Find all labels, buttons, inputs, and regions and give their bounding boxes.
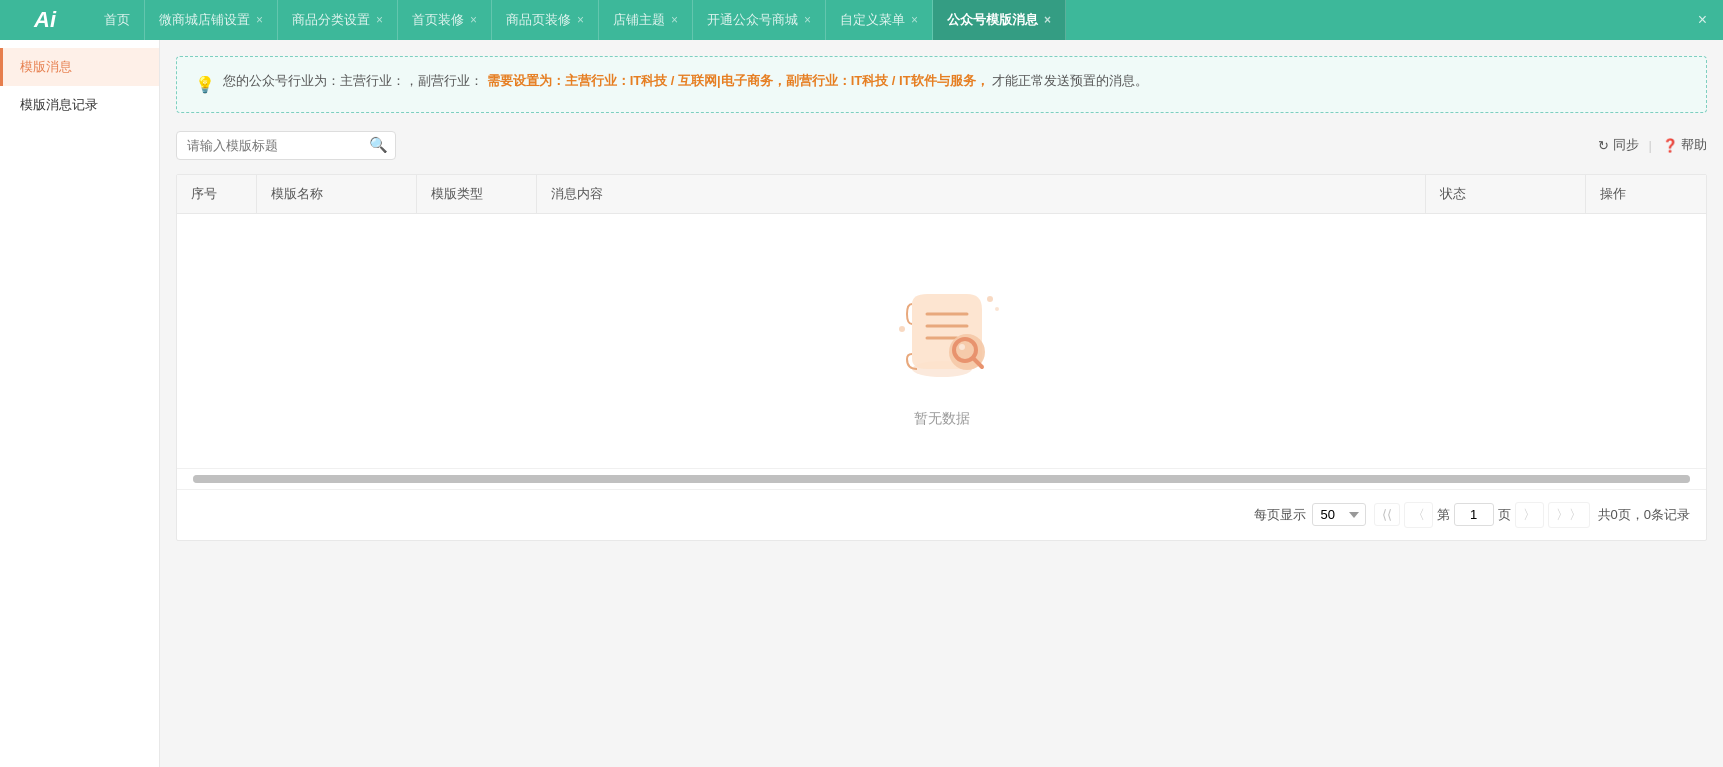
col-header-type: 模版类型 [417,175,537,213]
app-logo: Ai [0,0,90,40]
search-input-wrap: 🔍 [176,131,396,160]
search-left: 🔍 [176,131,396,160]
scrollbar-track [193,475,1690,483]
col-header-action: 操作 [1586,175,1706,213]
col-header-name: 模版名称 [257,175,417,213]
nav-tab-4[interactable]: 商品页装修× [492,0,599,40]
last-page-button[interactable]: 〉〉 [1548,502,1590,528]
page-controls: ⟨⟨ 〈 第 页 〉 〉〉 [1374,502,1590,528]
global-close-button[interactable]: × [1682,11,1723,29]
sync-label: 同步 [1613,136,1639,154]
help-icon: ❓ [1662,138,1678,153]
help-button[interactable]: ❓ 帮助 [1662,136,1707,154]
main-layout: 模版消息模版消息记录 💡 您的公众号行业为：主营行业：，副营行业： 需要设置为：… [0,40,1723,767]
divider: | [1649,138,1652,153]
nav-tab-5[interactable]: 店铺主题× [599,0,693,40]
col-header-status: 状态 [1426,175,1586,213]
svg-point-8 [987,296,993,302]
horizontal-scrollbar[interactable] [177,468,1706,489]
nav-tabs-container: 首页微商城店铺设置×商品分类设置×首页装修×商品页装修×店铺主题×开通公众号商城… [90,0,1682,40]
sidebar-item-0[interactable]: 模版消息 [0,48,159,86]
nav-tab-8[interactable]: 公众号模版消息× [933,0,1066,40]
nav-tab-3[interactable]: 首页装修× [398,0,492,40]
per-page-select[interactable]: 102050100 [1312,503,1366,526]
search-input[interactable] [176,131,396,160]
page-number-input[interactable] [1454,503,1494,526]
tab-close-1[interactable]: × [256,13,263,27]
tab-close-3[interactable]: × [470,13,477,27]
svg-point-9 [995,307,999,311]
search-button[interactable]: 🔍 [369,136,388,154]
nav-tab-1[interactable]: 微商城店铺设置× [145,0,278,40]
scrollbar-thumb [193,475,1690,483]
total-label: 共0页，0条记录 [1598,506,1690,524]
page-suffix-label: 页 [1498,506,1511,524]
notice-icon: 💡 [195,72,215,98]
search-bar: 🔍 ↻ 同步 | ❓ 帮助 [176,131,1707,160]
page-prefix-label: 第 [1437,506,1450,524]
empty-text: 暂无数据 [914,410,970,428]
per-page-label: 每页显示 [1254,506,1306,524]
nav-tab-0[interactable]: 首页 [90,0,145,40]
notice-highlight: 需要设置为：主营行业：IT科技 / 互联网|电子商务，副营行业：IT科技 / I… [487,73,989,88]
sync-icon: ↻ [1598,138,1609,153]
notice-text: 您的公众号行业为：主营行业：，副营行业： 需要设置为：主营行业：IT科技 / 互… [223,71,1148,92]
search-right: ↻ 同步 | ❓ 帮助 [1598,136,1707,154]
table-header: 序号 模版名称 模版类型 消息内容 状态 操作 [177,175,1706,214]
notice-box: 💡 您的公众号行业为：主营行业：，副营行业： 需要设置为：主营行业：IT科技 /… [176,56,1707,113]
sidebar: 模版消息模版消息记录 [0,40,160,767]
nav-tab-6[interactable]: 开通公众号商城× [693,0,826,40]
empty-illustration [882,274,1002,394]
data-table: 序号 模版名称 模版类型 消息内容 状态 操作 [176,174,1707,541]
tab-close-5[interactable]: × [671,13,678,27]
tab-close-6[interactable]: × [804,13,811,27]
per-page-selector: 每页显示 102050100 [1254,503,1366,526]
nav-tab-7[interactable]: 自定义菜单× [826,0,933,40]
prev-page-button[interactable]: 〈 [1404,502,1433,528]
pagination: 每页显示 102050100 ⟨⟨ 〈 第 页 〉 〉〉 共0页，0条记录 [177,489,1706,540]
top-nav: Ai 首页微商城店铺设置×商品分类设置×首页装修×商品页装修×店铺主题×开通公众… [0,0,1723,40]
sidebar-item-1[interactable]: 模版消息记录 [0,86,159,124]
tab-close-7[interactable]: × [911,13,918,27]
first-page-button[interactable]: ⟨⟨ [1374,503,1400,526]
tab-close-8[interactable]: × [1044,13,1051,27]
nav-tab-2[interactable]: 商品分类设置× [278,0,398,40]
content-area: 💡 您的公众号行业为：主营行业：，副营行业： 需要设置为：主营行业：IT科技 /… [160,40,1723,767]
empty-state: 暂无数据 [177,214,1706,468]
col-header-content: 消息内容 [537,175,1426,213]
svg-point-7 [959,344,965,350]
tab-close-4[interactable]: × [577,13,584,27]
help-label: 帮助 [1681,136,1707,154]
next-page-button[interactable]: 〉 [1515,502,1544,528]
tab-close-2[interactable]: × [376,13,383,27]
col-header-index: 序号 [177,175,257,213]
svg-point-10 [899,326,905,332]
sync-button[interactable]: ↻ 同步 [1598,136,1639,154]
